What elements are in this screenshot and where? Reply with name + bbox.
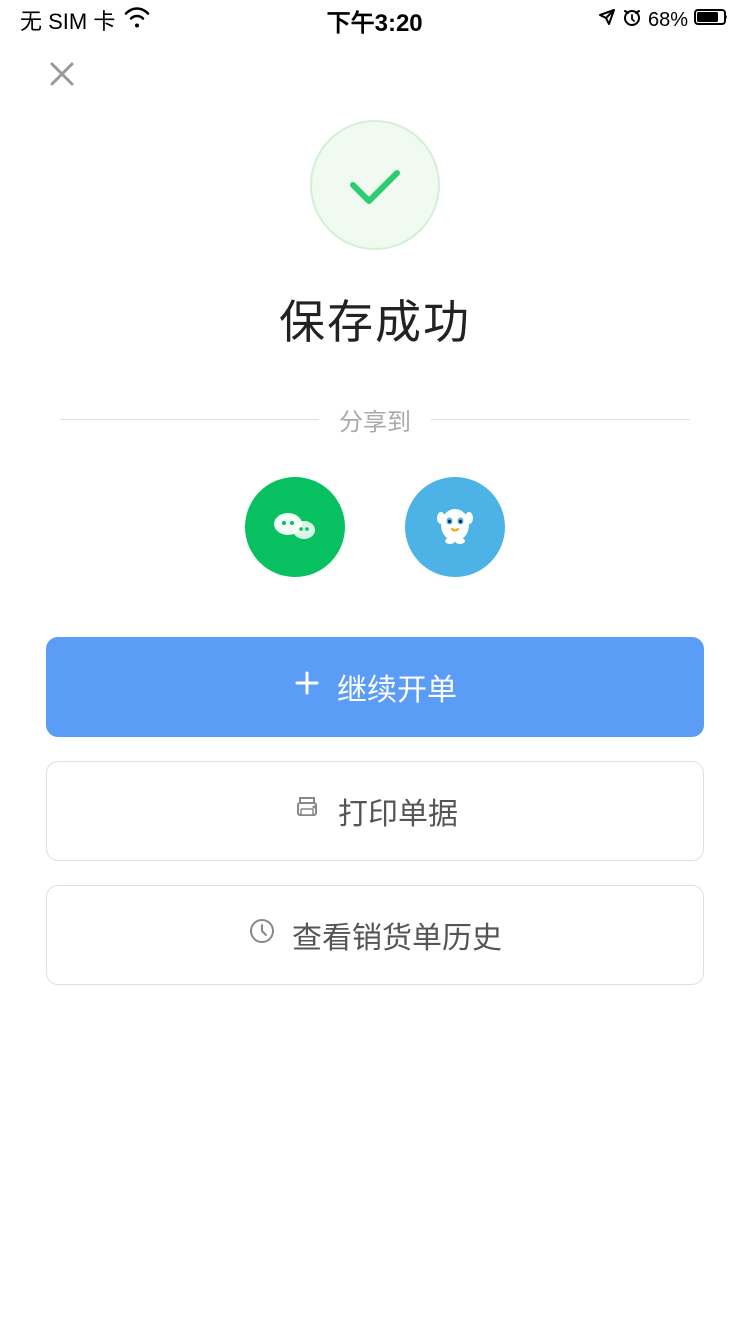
share-icons-row — [245, 477, 505, 577]
battery-icon — [694, 8, 730, 32]
success-icon-circle — [310, 120, 440, 250]
continue-label: 继续开单 — [337, 665, 457, 709]
status-time: 下午3:20 — [327, 3, 423, 38]
divider-line-right — [431, 419, 690, 420]
share-label: 分享到 — [319, 402, 431, 437]
plus-icon — [293, 669, 321, 705]
share-qq-button[interactable] — [405, 477, 505, 577]
status-bar: 无 SIM 卡 下午3:20 68% — [0, 0, 750, 40]
success-title: 保存成功 — [279, 286, 471, 352]
history-label: 查看销货单历史 — [292, 913, 502, 957]
print-button[interactable]: 打印单据 — [46, 761, 704, 861]
clock-icon — [248, 917, 276, 953]
share-divider: 分享到 — [0, 402, 750, 437]
printer-icon — [292, 793, 322, 829]
divider-line-left — [60, 419, 319, 420]
continue-button[interactable]: 继续开单 — [46, 637, 704, 737]
wifi-icon — [123, 6, 151, 34]
alarm-icon — [622, 7, 642, 33]
share-wechat-button[interactable] — [245, 477, 345, 577]
status-right: 68% — [598, 7, 730, 33]
status-left: 无 SIM 卡 — [20, 4, 151, 36]
main-content: 保存成功 分享到 — [0, 40, 750, 985]
history-button[interactable]: 查看销货单历史 — [46, 885, 704, 985]
location-icon — [598, 8, 616, 32]
no-sim-text: 无 SIM 卡 — [20, 4, 115, 36]
action-buttons: 继续开单 打印单据 查看销货单历史 — [0, 637, 750, 985]
battery-percentage: 68% — [648, 9, 688, 32]
print-label: 打印单据 — [338, 789, 458, 833]
close-button[interactable] — [40, 52, 84, 96]
